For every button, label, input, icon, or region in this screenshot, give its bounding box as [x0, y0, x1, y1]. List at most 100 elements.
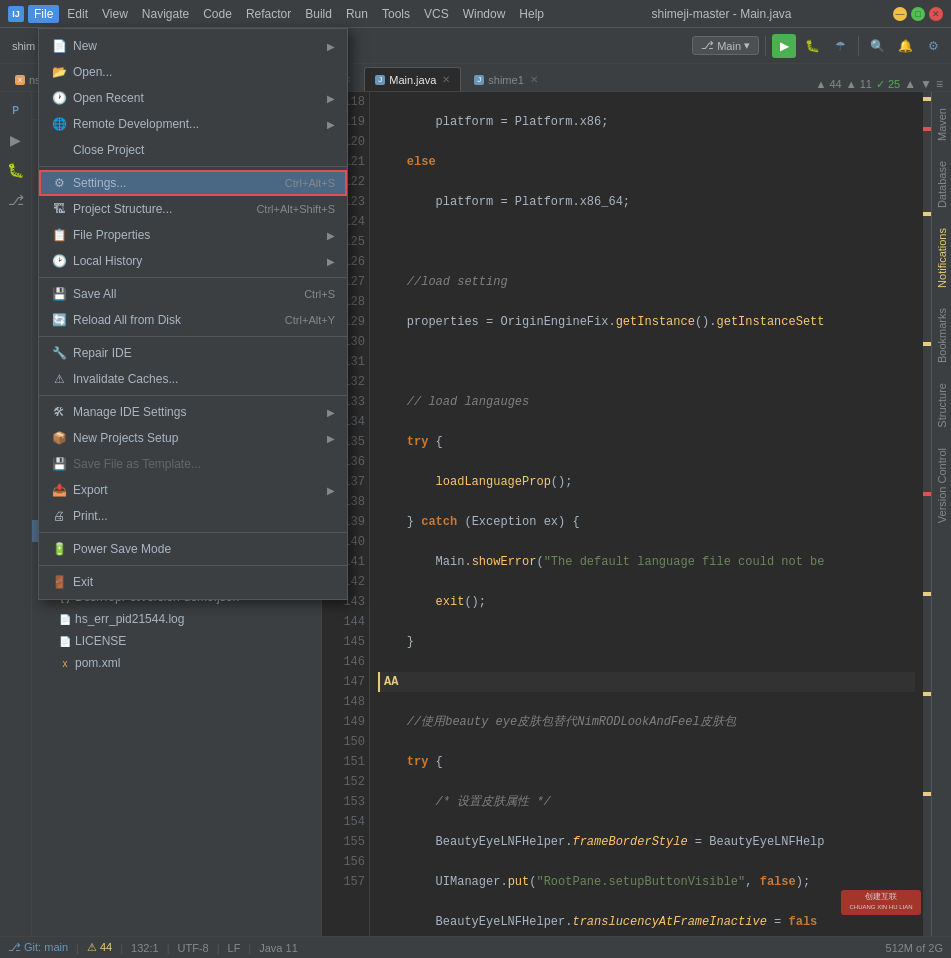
repair-ide-icon: 🔧	[51, 345, 67, 361]
menu-window[interactable]: Window	[457, 5, 512, 23]
dropdown-sep2	[39, 277, 347, 278]
dropdown-sep1	[39, 166, 347, 167]
menu-edit[interactable]: Edit	[61, 5, 94, 23]
code-line-124	[378, 352, 915, 372]
dropdown-item-repair-ide[interactable]: 🔧 Repair IDE	[39, 340, 347, 366]
status-lf[interactable]: LF	[228, 942, 241, 954]
tab-shime1[interactable]: J shime1 ✕	[463, 67, 548, 91]
print-icon: 🖨	[51, 508, 67, 524]
expand-icon[interactable]: ▲	[904, 77, 916, 91]
code-line-128: } catch (Exception ex) {	[378, 512, 915, 532]
app-icon: IJ	[8, 6, 24, 22]
project-panel-toggle[interactable]: P	[2, 96, 30, 124]
dropdown-item-invalidate[interactable]: ⚠ Invalidate Caches...	[39, 366, 347, 392]
panel-version-control[interactable]: Version Control	[934, 440, 950, 531]
dropdown-item-export[interactable]: 📤 Export ▶	[39, 477, 347, 503]
maximize-button[interactable]: □	[911, 7, 925, 21]
dropdown-item-settings[interactable]: ⚙ Settings... Ctrl+Alt+S	[39, 170, 347, 196]
remote-icon: 🌐	[51, 116, 67, 132]
search-button[interactable]: 🔍	[865, 34, 889, 58]
code-area[interactable]: 118 119 120 121 122 123 124 125 126 127 …	[322, 92, 931, 958]
debug-panel-toggle[interactable]: 🐛	[2, 156, 30, 184]
menu-vcs[interactable]: VCS	[418, 5, 455, 23]
run-button[interactable]: ▶	[772, 34, 796, 58]
panel-database[interactable]: Database	[934, 153, 950, 216]
dropdown-item-close-project[interactable]: Close Project	[39, 137, 347, 163]
settings-button[interactable]: ⚙	[921, 34, 945, 58]
coverage-button[interactable]: ☂	[828, 34, 852, 58]
reload-icon: 🔄	[51, 312, 67, 328]
dropdown-item-power-save[interactable]: 🔋 Power Save Mode	[39, 536, 347, 562]
project-structure-icon: 🏗	[51, 201, 67, 217]
open-icon: 📂	[51, 64, 67, 80]
more-tabs-icon[interactable]: ≡	[936, 77, 943, 91]
status-bar: ⎇ Git: main | ⚠ 44 | 132:1 | UTF-8 | LF …	[0, 936, 951, 958]
branch-selector[interactable]: ⎇ Main ▾	[692, 36, 759, 55]
tab-close-shime1[interactable]: ✕	[530, 74, 538, 85]
menu-build[interactable]: Build	[299, 5, 338, 23]
dropdown-item-local-history[interactable]: 🕑 Local History ▶	[39, 248, 347, 274]
tree-item-license[interactable]: 📄 LICENSE	[32, 630, 321, 652]
code-line-120: platform = Platform.x86_64;	[378, 192, 915, 212]
dropdown-item-open-recent[interactable]: 🕐 Open Recent ▶	[39, 85, 347, 111]
menu-tools[interactable]: Tools	[376, 5, 416, 23]
panel-notifications[interactable]: Notifications	[934, 220, 950, 296]
menu-run[interactable]: Run	[340, 5, 374, 23]
collapse-icon[interactable]: ▼	[920, 77, 932, 91]
menu-file[interactable]: File	[28, 5, 59, 23]
code-line-118: platform = Platform.x86;	[378, 112, 915, 132]
dropdown-item-project-structure[interactable]: 🏗 Project Structure... Ctrl+Alt+Shift+S	[39, 196, 347, 222]
right-panel: Maven Database Notifications Bookmarks S…	[931, 92, 951, 958]
status-warnings[interactable]: ⚠ 44	[87, 941, 112, 954]
dropdown-sep4	[39, 395, 347, 396]
dropdown-item-remote[interactable]: 🌐 Remote Development... ▶	[39, 111, 347, 137]
menu-code[interactable]: Code	[197, 5, 238, 23]
status-sep2: |	[120, 942, 123, 954]
watermark-line1: 创建互联	[865, 892, 897, 901]
panel-maven[interactable]: Maven	[934, 100, 950, 149]
code-content[interactable]: platform = Platform.x86; else platform =…	[370, 92, 923, 958]
dropdown-item-print[interactable]: 🖨 Print...	[39, 503, 347, 529]
tree-item-hs-log[interactable]: 📄 hs_err_pid21544.log	[32, 608, 321, 630]
code-line-133: //使用beauty eye皮肤包替代NimRODLookAndFeel皮肤包	[378, 712, 915, 732]
dropdown-item-reload[interactable]: 🔄 Reload All from Disk Ctrl+Alt+Y	[39, 307, 347, 333]
code-line-137: UIManager.put("RootPane.setupButtonVisib…	[378, 872, 915, 892]
panel-structure[interactable]: Structure	[934, 375, 950, 436]
submenu-arrow-history: ▶	[327, 256, 335, 267]
menu-help[interactable]: Help	[513, 5, 550, 23]
gutter-errors: ▲ 11	[846, 78, 872, 90]
panel-bookmarks[interactable]: Bookmarks	[934, 300, 950, 371]
menu-navigate[interactable]: Navigate	[136, 5, 195, 23]
close-button[interactable]: ✕	[929, 7, 943, 21]
dropdown-sep3	[39, 336, 347, 337]
breadcrumb-shim[interactable]: shim	[6, 37, 41, 55]
dropdown-item-new-projects[interactable]: 📦 New Projects Setup ▶	[39, 425, 347, 451]
git-panel-toggle[interactable]: ⎇	[2, 186, 30, 214]
dropdown-item-manage-ide[interactable]: 🛠 Manage IDE Settings ▶	[39, 399, 347, 425]
status-sep1: |	[76, 942, 79, 954]
reload-shortcut: Ctrl+Alt+Y	[285, 314, 335, 326]
dropdown-item-save-all[interactable]: 💾 Save All Ctrl+S	[39, 281, 347, 307]
code-line-122: //load setting	[378, 272, 915, 292]
watermark-box: 创建互联 CHUANG XIN HU LIAN	[841, 890, 921, 915]
tab-close-main-java[interactable]: ✕	[442, 74, 450, 85]
status-sep3: |	[167, 942, 170, 954]
export-icon: 📤	[51, 482, 67, 498]
run-panel-toggle[interactable]: ▶	[2, 126, 30, 154]
tree-item-pom-xml[interactable]: x pom.xml	[32, 652, 321, 674]
dropdown-item-new[interactable]: 📄 New ▶	[39, 33, 347, 59]
status-sep4: |	[217, 942, 220, 954]
menu-refactor[interactable]: Refactor	[240, 5, 297, 23]
dropdown-item-exit[interactable]: 🚪 Exit	[39, 569, 347, 595]
gutter-mark-warning5	[923, 692, 931, 696]
dropdown-label-remote: Remote Development...	[73, 117, 199, 131]
dropdown-item-open[interactable]: 📂 Open...	[39, 59, 347, 85]
status-branch[interactable]: ⎇ Git: main	[8, 941, 68, 954]
debug-button[interactable]: 🐛	[800, 34, 824, 58]
minimize-button[interactable]: —	[893, 7, 907, 21]
notification-button[interactable]: 🔔	[893, 34, 917, 58]
menu-view[interactable]: View	[96, 5, 134, 23]
status-encoding[interactable]: UTF-8	[177, 942, 208, 954]
tab-main-java[interactable]: J Main.java ✕	[364, 67, 461, 91]
dropdown-item-file-properties[interactable]: 📋 File Properties ▶	[39, 222, 347, 248]
